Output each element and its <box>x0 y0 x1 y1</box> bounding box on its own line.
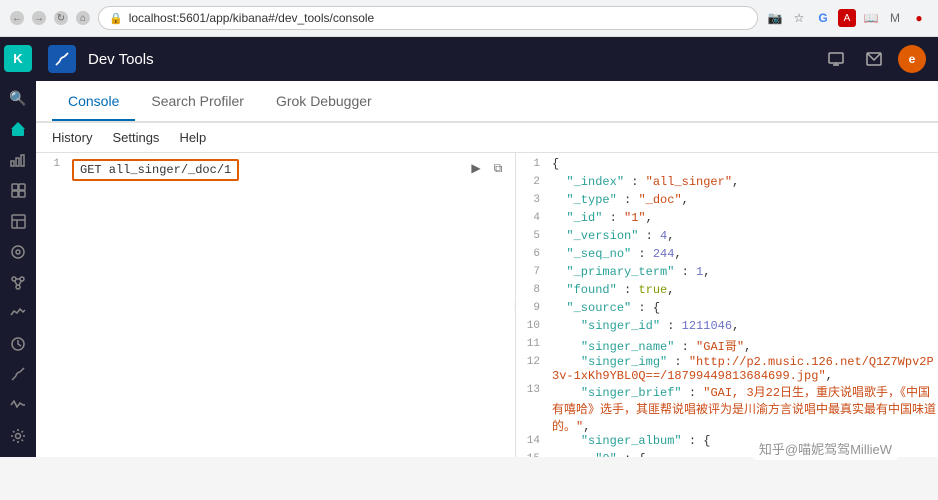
output-line-5: 5 "_version" : 4, <box>516 229 938 247</box>
output-line-14: 14 "singer_album" : { <box>516 434 938 452</box>
url-text: localhost:5601/app/kibana#/dev_tools/con… <box>129 11 375 25</box>
editor-line-1: 1 GET all_singer/_doc/1 <box>36 157 515 183</box>
output-line-1: 1 { <box>516 157 938 175</box>
editor-input-text: GET all_singer/_doc/1 <box>80 163 231 177</box>
kibana-logo: K <box>4 45 32 72</box>
sidebar-item-home[interactable] <box>4 116 32 143</box>
screenshot-icon[interactable]: 📷 <box>766 9 784 27</box>
editor-pane: 1 GET all_singer/_doc/1 ▶ ⧉ ⋮ <box>36 153 516 457</box>
menu-bar: History Settings Help <box>36 123 938 153</box>
sidebar-item-monitoring[interactable] <box>4 392 32 419</box>
sidebar-item-discover[interactable]: 🔍 <box>4 85 32 112</box>
output-line-7: 7 "_primary_term" : 1, <box>516 265 938 283</box>
sidebar-item-dashboard[interactable] <box>4 177 32 204</box>
back-button[interactable]: ← <box>10 11 24 25</box>
monitor-icon[interactable] <box>822 45 850 73</box>
resize-handle[interactable]: ⋮ <box>512 153 516 457</box>
sidebar-item-uptime[interactable] <box>4 330 32 357</box>
output-line-9: 9 "_source" : { <box>516 301 938 319</box>
extension-a-icon[interactable]: A <box>838 9 856 27</box>
output-pane: 1 { 2 "_index" : "all_singer", 3 "_type"… <box>516 153 938 457</box>
app-header: Dev Tools e <box>36 37 938 81</box>
app-title: Dev Tools <box>88 51 810 68</box>
sidebar-item-visualize[interactable] <box>4 147 32 174</box>
output-line-4: 4 "_id" : "1", <box>516 211 938 229</box>
extension-book-icon[interactable]: 📖 <box>862 9 880 27</box>
browser-actions: 📷 ☆ G A 📖 M ● <box>766 9 928 27</box>
extension-g-icon[interactable]: G <box>814 9 832 27</box>
sidebar-item-management[interactable] <box>4 422 32 449</box>
output-code: 1 { 2 "_index" : "all_singer", 3 "_type"… <box>516 153 938 457</box>
sidebar-item-dev-tools[interactable] <box>4 361 32 388</box>
tab-console[interactable]: Console <box>52 83 135 121</box>
copy-button[interactable]: ⧉ <box>489 159 507 177</box>
output-line-12: 12 "singer_img" : "http://p2.music.126.n… <box>516 355 938 383</box>
run-button[interactable]: ▶ <box>467 159 485 177</box>
output-line-8: 8 "found" : true, <box>516 283 938 301</box>
sidebar-item-ml[interactable] <box>4 239 32 266</box>
address-bar[interactable]: 🔒 localhost:5601/app/kibana#/dev_tools/c… <box>98 6 758 30</box>
home-button[interactable]: ⌂ <box>76 11 90 25</box>
main-layout: K 🔍 <box>0 37 938 457</box>
output-line-10: 10 "singer_id" : 1211046, <box>516 319 938 337</box>
output-line-6: 6 "_seq_no" : 244, <box>516 247 938 265</box>
forward-button[interactable]: → <box>32 11 46 25</box>
avatar[interactable]: e <box>898 45 926 73</box>
tabs-bar: Console Search Profiler Grok Debugger <box>36 81 938 123</box>
browser-chrome: ← → ↻ ⌂ 🔒 localhost:5601/app/kibana#/dev… <box>0 0 938 37</box>
extension-m-icon[interactable]: M <box>886 9 904 27</box>
menu-history[interactable]: History <box>44 127 100 148</box>
code-editor[interactable]: 1 GET all_singer/_doc/1 <box>36 153 515 457</box>
output-line-13: 13 "singer_brief" : "GAI, 3月22日生，重庆说唱歌手，… <box>516 383 938 434</box>
editor-input-container[interactable]: GET all_singer/_doc/1 <box>72 159 239 181</box>
line-number-1: 1 <box>36 157 68 170</box>
content-area: Dev Tools e Console Search Profiler Grok… <box>36 37 938 457</box>
sidebar-item-canvas[interactable] <box>4 208 32 235</box>
menu-help[interactable]: Help <box>171 127 214 148</box>
tab-search-profiler[interactable]: Search Profiler <box>135 83 260 121</box>
sidebar-item-graph[interactable] <box>4 269 32 296</box>
output-line-3: 3 "_type" : "_doc", <box>516 193 938 211</box>
sidebar-item-apm[interactable] <box>4 300 32 327</box>
output-line-15: 15 "0" : { <box>516 452 938 457</box>
browser-toolbar: ← → ↻ ⌂ 🔒 localhost:5601/app/kibana#/dev… <box>0 0 938 36</box>
mail-icon[interactable] <box>860 45 888 73</box>
bookmark-icon[interactable]: ☆ <box>790 9 808 27</box>
editor-actions: ▶ ⧉ <box>467 159 507 177</box>
header-icons: e <box>822 45 926 73</box>
editor-area: 1 GET all_singer/_doc/1 ▶ ⧉ ⋮ <box>36 153 938 457</box>
tab-grok-debugger[interactable]: Grok Debugger <box>260 83 388 121</box>
menu-settings[interactable]: Settings <box>104 127 167 148</box>
output-line-11: 11 "singer_name" : "GAI哥", <box>516 337 938 355</box>
sidebar: K 🔍 <box>0 37 36 457</box>
output-line-2: 2 "_index" : "all_singer", <box>516 175 938 193</box>
extension-red-icon[interactable]: ● <box>910 9 928 27</box>
devtools-icon <box>48 45 76 73</box>
refresh-button[interactable]: ↻ <box>54 11 68 25</box>
